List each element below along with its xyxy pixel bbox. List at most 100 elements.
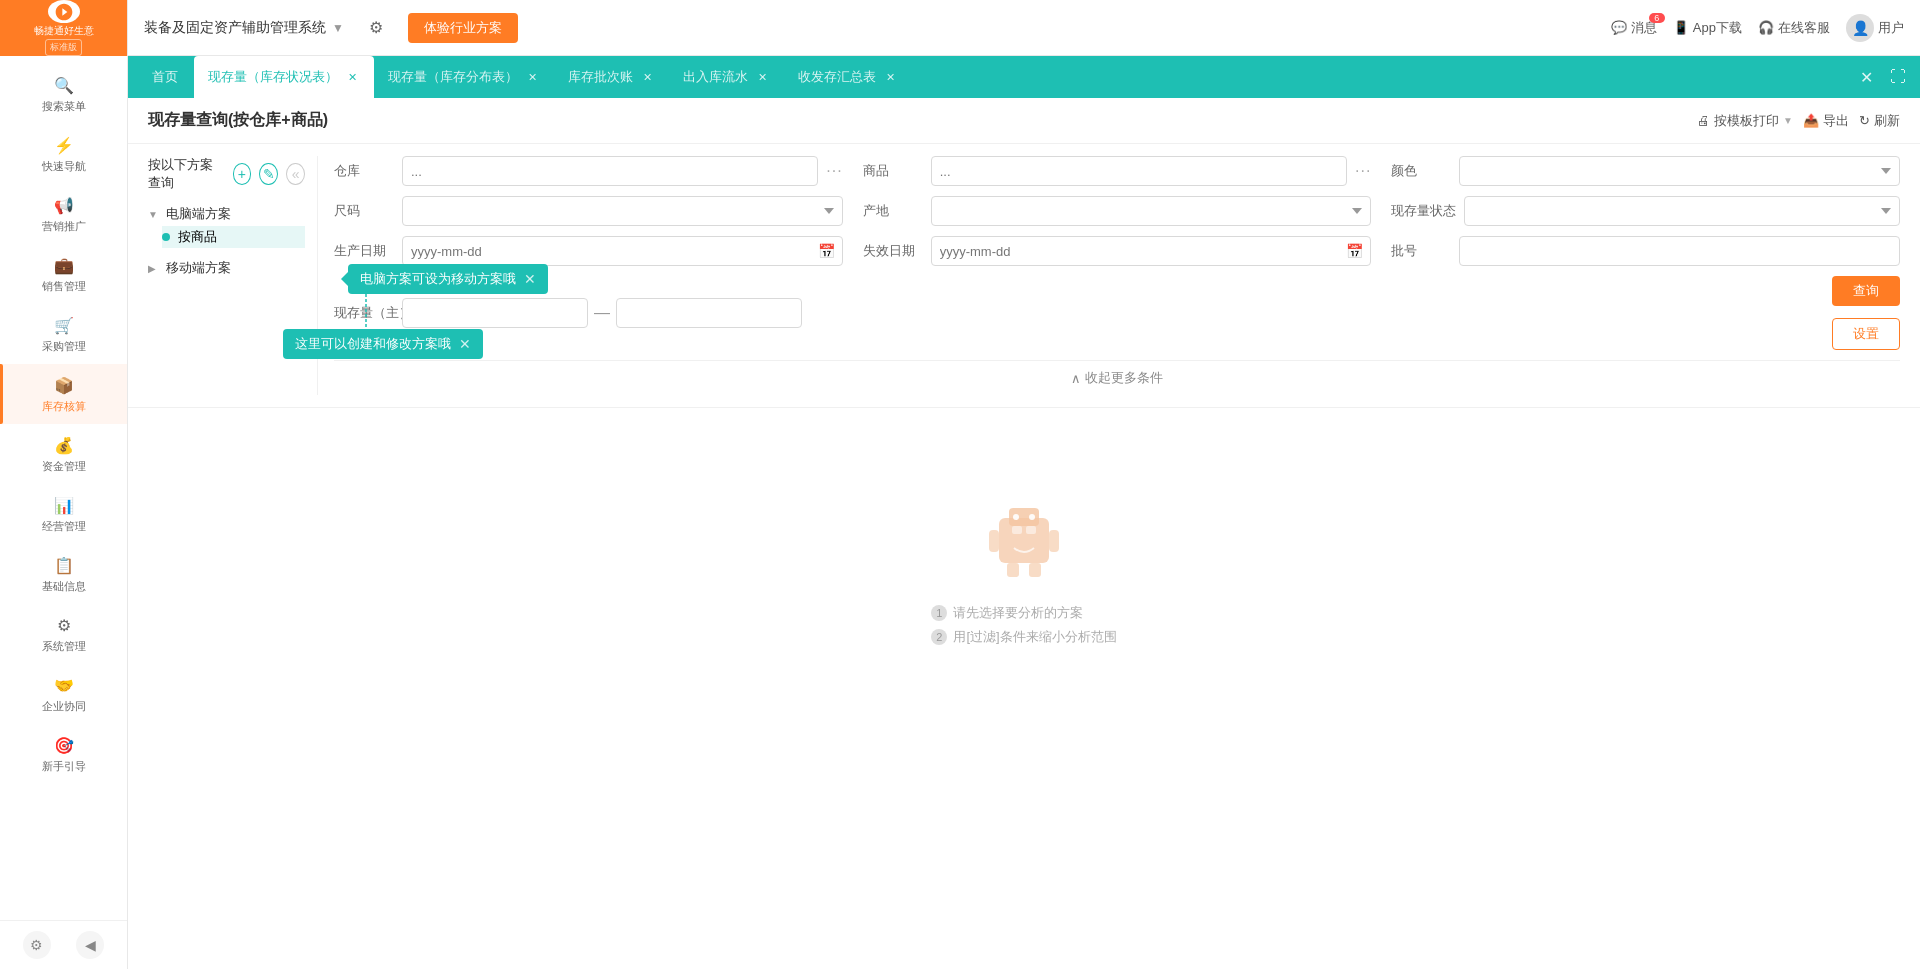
scheme-sub-dot	[162, 233, 170, 241]
scheme-panel: 按以下方案查询 + ✎ «	[148, 156, 318, 395]
mobile-expand-icon: ▶	[148, 263, 162, 274]
sidebar-item-purchase[interactable]: 🛒 采购管理	[0, 304, 127, 364]
edit-tooltip-text: 这里可以创建和修改方案哦	[295, 335, 451, 353]
filter-right-panel: 仓库 ··· 商品 ··· 颜色	[318, 156, 1900, 395]
origin-label: 产地	[863, 202, 923, 220]
tab-home[interactable]: 首页	[136, 56, 194, 98]
trial-btn[interactable]: 体验行业方案	[408, 13, 518, 43]
sidebar-item-finance[interactable]: 💰 资金管理	[0, 424, 127, 484]
notification-icon: 💬	[1611, 20, 1627, 35]
tab-inventory-dist-close[interactable]: ✕	[524, 69, 540, 85]
add-tooltip-close[interactable]: ✕	[524, 271, 536, 287]
system-title-dropdown-icon[interactable]: ▼	[332, 21, 344, 35]
app-download-btn[interactable]: 📱 App下载	[1673, 19, 1742, 37]
scheme-sub-label-product: 按商品	[178, 228, 217, 246]
tab-close-all-icon[interactable]: ✕	[1852, 63, 1880, 91]
expiry-date-label: 失效日期	[863, 242, 923, 260]
edit-tooltip-close[interactable]: ✕	[459, 336, 471, 352]
sidebar-item-sales[interactable]: 💼 销售管理	[0, 244, 127, 304]
search-actions: 查询 设置	[1832, 276, 1900, 350]
expiry-date-calendar-icon[interactable]: 📅	[1346, 243, 1363, 259]
search-btn[interactable]: 查询	[1832, 276, 1900, 306]
collapse-icon[interactable]: ◀	[76, 931, 104, 959]
tab-inout-flow[interactable]: 出入库流水 ✕	[669, 56, 784, 98]
user-label: 用户	[1878, 19, 1904, 37]
online-support-btn[interactable]: 🎧 在线客服	[1758, 19, 1830, 37]
settings-icon[interactable]: ⚙	[23, 931, 51, 959]
origin-field: 产地	[863, 196, 1372, 226]
sidebar-item-inventory[interactable]: 📦 库存核算	[0, 364, 127, 424]
sidebar-item-quicknav[interactable]: ⚡ 快速导航	[0, 124, 127, 184]
prev-scheme-btn[interactable]: «	[286, 163, 305, 185]
tab-batch-account-close[interactable]: ✕	[639, 69, 655, 85]
tab-inout-flow-close[interactable]: ✕	[754, 69, 770, 85]
filter-section: 按以下方案查询 + ✎ «	[128, 144, 1920, 408]
sidebar-item-newbie[interactable]: 🎯 新手引导	[0, 724, 127, 784]
sidebar-label-enterprise: 企业协同	[42, 699, 86, 714]
page-header: 现存量查询(按仓库+商品) 🖨 按模板打印 ▼ 📤 导出 ↻ 刷新	[128, 98, 1920, 144]
tab-inventory-dist[interactable]: 现存量（库存分布表） ✕	[374, 56, 554, 98]
step-2-text: 用[过滤]条件来缩小分析范围	[953, 628, 1116, 646]
prod-date-input-wrap: 📅	[402, 236, 843, 266]
svg-rect-12	[1029, 563, 1041, 577]
notification-btn[interactable]: 💬 消息 6	[1611, 19, 1657, 37]
product-input[interactable]	[931, 156, 1347, 186]
size-select[interactable]	[402, 196, 843, 226]
refresh-icon: ↻	[1859, 113, 1870, 128]
sidebar-item-operation[interactable]: 📊 经营管理	[0, 484, 127, 544]
tab-recv-summary[interactable]: 收发存汇总表 ✕	[784, 56, 912, 98]
origin-select[interactable]	[931, 196, 1372, 226]
expiry-date-input-wrap: 📅	[931, 236, 1372, 266]
tab-batch-account-label: 库存批次账	[568, 68, 633, 86]
svg-rect-7	[1012, 526, 1022, 534]
svg-point-6	[1029, 514, 1035, 520]
color-label: 颜色	[1391, 162, 1451, 180]
tab-batch-account[interactable]: 库存批次账 ✕	[554, 56, 669, 98]
filter-row4: 现存量（主） — 查询 设置	[334, 276, 1900, 350]
inventory-status-select[interactable]	[1464, 196, 1900, 226]
sidebar-icon-marketing: 📢	[53, 194, 75, 216]
filter-body: 按以下方案查询 + ✎ «	[148, 156, 1900, 395]
scheme-sub-row-product[interactable]: 按商品	[162, 226, 305, 248]
tab-inout-flow-label: 出入库流水	[683, 68, 748, 86]
header-settings-btn[interactable]: ⚙	[360, 12, 392, 44]
sidebar-item-basic[interactable]: 📋 基础信息	[0, 544, 127, 604]
sidebar-label-sales: 销售管理	[42, 279, 86, 294]
prod-date-input[interactable]	[402, 236, 843, 266]
template-print-arrow: ▼	[1783, 115, 1793, 126]
desktop-scheme-row[interactable]: ▼ 电脑端方案	[148, 202, 305, 226]
sidebar-item-enterprise[interactable]: 🤝 企业协同	[0, 664, 127, 724]
tab-inventory-status-close[interactable]: ✕	[344, 69, 360, 85]
sidebar-item-marketing[interactable]: 📢 营销推广	[0, 184, 127, 244]
refresh-btn[interactable]: ↻ 刷新	[1859, 112, 1900, 130]
product-dots[interactable]: ···	[1355, 162, 1371, 180]
template-print-btn[interactable]: 🖨 按模板打印 ▼	[1697, 112, 1793, 130]
collapse-conditions-btn[interactable]: ∧ 收起更多条件	[334, 360, 1900, 395]
add-scheme-btn[interactable]: +	[233, 163, 252, 185]
export-label: 导出	[1823, 112, 1849, 130]
sidebar-bottom: ⚙ ◀	[0, 920, 127, 969]
batch-no-input[interactable]	[1459, 236, 1900, 266]
desktop-scheme-label: 电脑端方案	[166, 205, 231, 223]
reset-btn[interactable]: 设置	[1832, 318, 1900, 350]
sidebar-nav: 🔍 搜索菜单 ⚡ 快速导航 📢 营销推广 💼 销售管理 🛒 采购管理 📦 库存核…	[0, 56, 127, 920]
tab-fullscreen-icon[interactable]: ⛶	[1884, 63, 1912, 91]
inventory-max-input[interactable]	[616, 298, 802, 328]
warehouse-dots[interactable]: ···	[826, 162, 842, 180]
user-btn[interactable]: 👤 用户	[1846, 14, 1904, 42]
inventory-min-input[interactable]	[402, 298, 588, 328]
sidebar-item-system[interactable]: ⚙ 系统管理	[0, 604, 127, 664]
sidebar-item-search[interactable]: 🔍 搜索菜单	[0, 64, 127, 124]
system-title-container: 装备及固定资产辅助管理系统 ▼	[144, 19, 344, 37]
edit-scheme-btn[interactable]: ✎	[259, 163, 278, 185]
warehouse-input[interactable]	[402, 156, 818, 186]
tab-inventory-dist-label: 现存量（库存分布表）	[388, 68, 518, 86]
expiry-date-input[interactable]	[931, 236, 1372, 266]
tab-inventory-status[interactable]: 现存量（库存状况表） ✕	[194, 56, 374, 98]
app-download-label: App下载	[1693, 19, 1742, 37]
export-btn[interactable]: 📤 导出	[1803, 112, 1849, 130]
color-select[interactable]	[1459, 156, 1900, 186]
prod-date-calendar-icon[interactable]: 📅	[818, 243, 835, 259]
tab-recv-summary-close[interactable]: ✕	[882, 69, 898, 85]
mobile-scheme-row[interactable]: ▶ 移动端方案	[148, 256, 305, 280]
